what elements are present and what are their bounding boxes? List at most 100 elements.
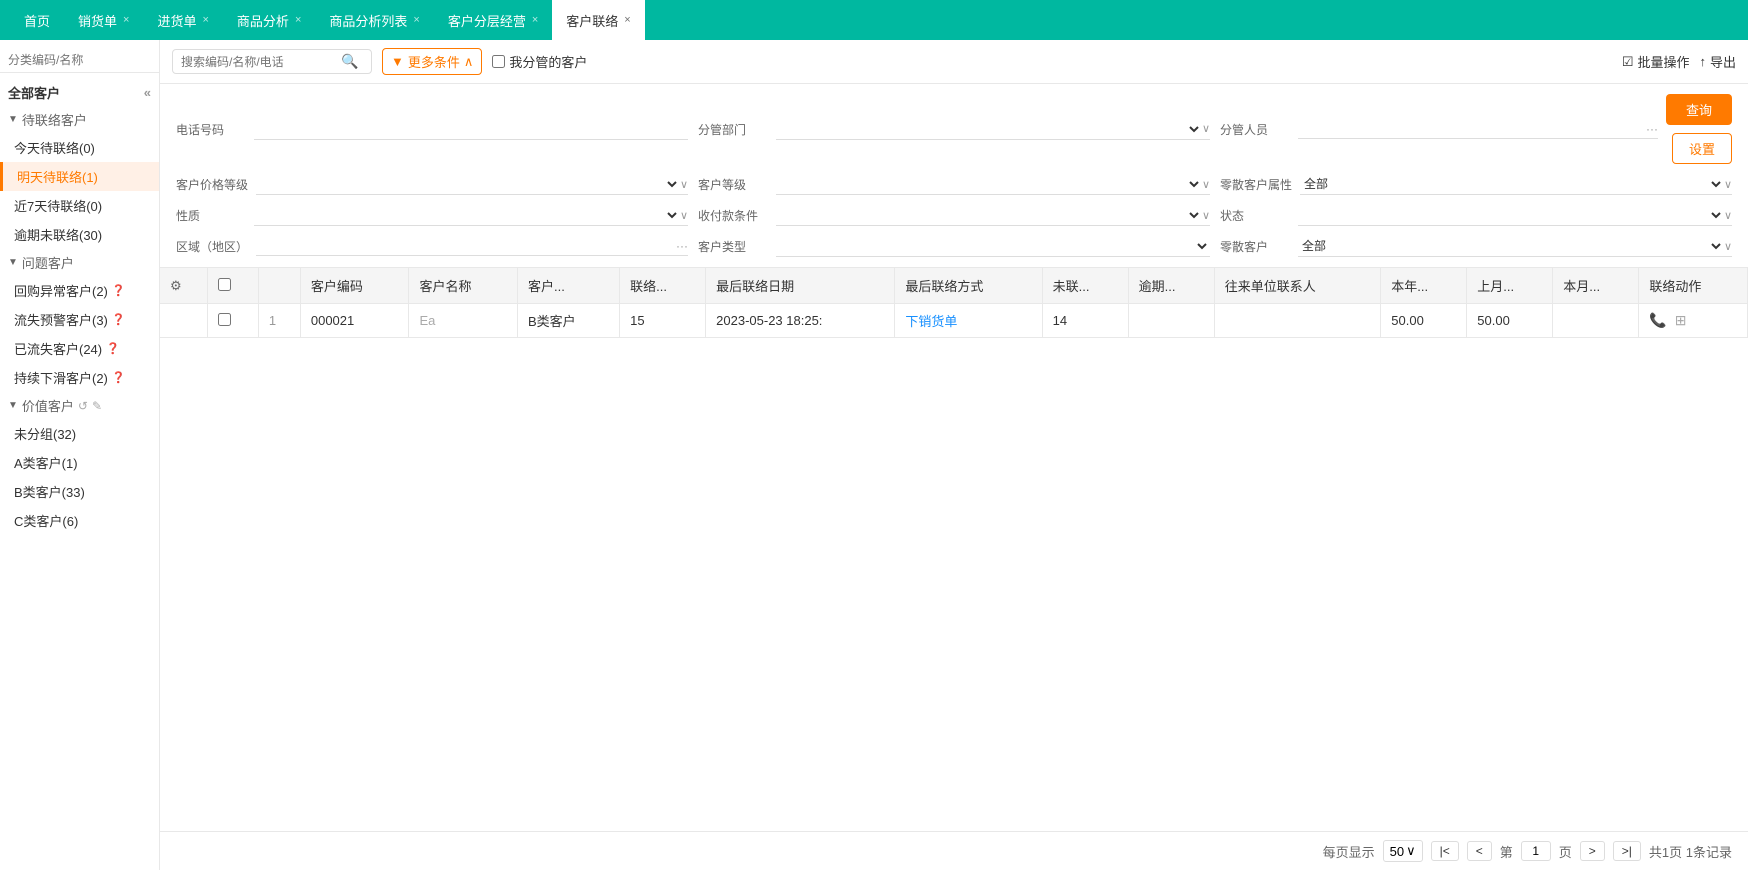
last-page-button[interactable]: >| bbox=[1613, 841, 1641, 861]
sidebar-collapse-icon[interactable]: « bbox=[144, 85, 151, 100]
filter-phone-label: 电话号码 bbox=[176, 121, 246, 138]
td-type: B类客户 bbox=[518, 304, 620, 338]
sidebar-item-overdue-contact[interactable]: 逾期未联络(30) bbox=[0, 220, 159, 249]
nav-product-analysis-list-close[interactable]: × bbox=[413, 14, 419, 26]
sidebar-item-today-contact[interactable]: 今天待联络(0) bbox=[0, 133, 159, 162]
nav-product-analysis[interactable]: 商品分析 × bbox=[223, 0, 315, 40]
th-gear: ⚙ bbox=[160, 268, 208, 304]
first-page-button[interactable]: |< bbox=[1431, 841, 1459, 861]
filter-customer-type-select[interactable] bbox=[776, 238, 1210, 254]
filter-status-wrapper: ∨ bbox=[1298, 205, 1732, 226]
filter-payment-wrapper: ∨ bbox=[776, 205, 1210, 226]
sidebar-item-ungrouped[interactable]: 未分组(32) bbox=[0, 419, 159, 448]
td-last-contact-method[interactable]: 下销货单 bbox=[895, 304, 1042, 338]
filter-price-level-label: 客户价格等级 bbox=[176, 176, 248, 193]
sidebar-item-7days-contact[interactable]: 近7天待联络(0) bbox=[0, 191, 159, 220]
filter-branch-dept-row: 分管部门 ∨ bbox=[698, 94, 1210, 164]
th-name: 客户名称 bbox=[409, 268, 518, 304]
sidebar-search-input[interactable] bbox=[8, 53, 160, 67]
filter-phone-input[interactable] bbox=[254, 119, 688, 140]
td-num: 1 bbox=[258, 304, 300, 338]
action-more-icon[interactable]: ⊞ bbox=[1675, 312, 1687, 329]
nav-purchase-order-close[interactable]: × bbox=[202, 14, 208, 26]
region-more-icon[interactable]: ··· bbox=[676, 239, 688, 253]
sidebar-all-customers[interactable]: 全部客户 « bbox=[0, 79, 159, 106]
my-customers-checkbox[interactable] bbox=[492, 55, 505, 68]
filter-status-select[interactable] bbox=[1298, 207, 1724, 223]
top-nav: 首页 销货单 × 进货单 × 商品分析 × 商品分析列表 × 客户分层经营 × … bbox=[0, 0, 1748, 40]
batch-ops-button[interactable]: ☑ 批量操作 bbox=[1622, 52, 1690, 71]
prev-page-button[interactable]: < bbox=[1467, 841, 1492, 861]
th-no-contact: 未联... bbox=[1042, 268, 1128, 304]
retail-customer-arrow-icon: ∨ bbox=[1724, 240, 1732, 253]
filter-payment-label: 收付款条件 bbox=[698, 207, 768, 224]
nav-customer-tier[interactable]: 客户分层经营 × bbox=[434, 0, 552, 40]
search-input[interactable] bbox=[181, 55, 341, 69]
search-button[interactable]: 🔍 bbox=[341, 53, 358, 70]
filter-gender-row: 性质 ∨ bbox=[176, 205, 688, 226]
sidebar-item-declining[interactable]: 持续下滑客户(2) ❓ bbox=[0, 363, 159, 392]
sidebar-item-b-class[interactable]: B类客户(33) bbox=[0, 477, 159, 506]
value-group-edit-icon[interactable]: ✎ bbox=[92, 399, 102, 413]
filter-branch-dept-select[interactable] bbox=[776, 121, 1202, 137]
sidebar-item-repurchase-abnormal[interactable]: 回购异常客户(2) ❓ bbox=[0, 276, 159, 305]
set-button[interactable]: 设置 bbox=[1672, 133, 1732, 164]
my-customers-checkbox-wrapper[interactable]: 我分管的客户 bbox=[492, 52, 587, 71]
branch-person-more-icon[interactable]: ··· bbox=[1646, 122, 1658, 136]
td-action: 📞 ⊞ bbox=[1639, 304, 1748, 338]
nav-sales-order[interactable]: 销货单 × bbox=[64, 0, 143, 40]
nav-product-analysis-list[interactable]: 商品分析列表 × bbox=[315, 0, 433, 40]
filter-icon: ▼ bbox=[391, 54, 404, 69]
nav-sales-order-close[interactable]: × bbox=[123, 14, 129, 26]
gear-icon[interactable]: ⚙ bbox=[170, 278, 182, 293]
filter-region-row: 区域（地区） ··· bbox=[176, 236, 688, 257]
filter-price-level-select[interactable] bbox=[256, 176, 680, 192]
per-page-select[interactable]: 50 ∨ bbox=[1383, 840, 1423, 862]
next-page-button[interactable]: > bbox=[1580, 841, 1605, 861]
row-checkbox[interactable] bbox=[218, 313, 231, 326]
export-button[interactable]: ↑ 导出 bbox=[1699, 52, 1736, 71]
filter-customer-level-label: 客户等级 bbox=[698, 176, 768, 193]
filter-gender-select[interactable] bbox=[254, 207, 680, 223]
filter-customer-level-select[interactable] bbox=[776, 176, 1202, 192]
filter-customer-type-row: 客户类型 bbox=[698, 236, 1210, 257]
nav-customer-tier-close[interactable]: × bbox=[532, 14, 538, 26]
nav-purchase-order[interactable]: 进货单 × bbox=[143, 0, 222, 40]
more-conditions-button[interactable]: ▼ 更多条件 ∧ bbox=[382, 48, 482, 75]
table-header-row: ⚙ 客户编码 客户名称 客户... 联络... bbox=[160, 268, 1748, 304]
th-code: 客户编码 bbox=[300, 268, 409, 304]
filter-retail-attr-select[interactable]: 全部 bbox=[1300, 176, 1724, 192]
td-gear bbox=[160, 304, 208, 338]
filter-branch-person-row: 分管人员 ··· 查询 设置 bbox=[1220, 94, 1732, 164]
filter-payment-select[interactable] bbox=[776, 207, 1202, 223]
query-button[interactable]: 查询 bbox=[1666, 94, 1732, 125]
select-all-checkbox[interactable] bbox=[218, 278, 231, 291]
value-group-refresh-icon[interactable]: ↺ bbox=[78, 399, 88, 413]
sidebar-item-churned[interactable]: 已流失客户(24) ❓ bbox=[0, 334, 159, 363]
per-page-arrow-icon: ∨ bbox=[1406, 843, 1416, 859]
sidebar-item-c-class[interactable]: C类客户(6) bbox=[0, 506, 159, 535]
filter-customer-level-row: 客户等级 ∨ bbox=[698, 174, 1210, 195]
filter-panel: 电话号码 分管部门 ∨ 分管人员 ··· 查询 设置 bbox=[160, 84, 1748, 268]
action-phone-icon[interactable]: 📞 bbox=[1649, 312, 1666, 329]
filter-retail-customer-select[interactable]: 全部 bbox=[1298, 238, 1724, 254]
sidebar-item-a-class[interactable]: A类客户(1) bbox=[0, 448, 159, 477]
sidebar-item-churn-warning[interactable]: 流失预警客户(3) ❓ bbox=[0, 305, 159, 334]
page-number-input[interactable] bbox=[1521, 841, 1551, 861]
sidebar: 🔍 全部客户 « ▼ 待联络客户 今天待联络(0) 明天待联络(1) 近7天待联… bbox=[0, 40, 160, 870]
main-layout: 🔍 全部客户 « ▼ 待联络客户 今天待联络(0) 明天待联络(1) 近7天待联… bbox=[0, 40, 1748, 870]
nav-product-analysis-close[interactable]: × bbox=[295, 14, 301, 26]
declining-help-icon: ❓ bbox=[112, 371, 126, 384]
per-page-label: 每页显示 bbox=[1323, 842, 1375, 861]
nav-customer-contact-close[interactable]: × bbox=[624, 14, 630, 26]
sidebar-pending-group-label: ▼ 待联络客户 bbox=[0, 106, 159, 133]
th-last-contact-method: 最后联络方式 bbox=[895, 268, 1042, 304]
filter-payment-row: 收付款条件 ∨ bbox=[698, 205, 1210, 226]
nav-customer-contact[interactable]: 客户联络 × bbox=[552, 0, 644, 40]
th-checkbox bbox=[208, 268, 259, 304]
nav-home[interactable]: 首页 bbox=[10, 0, 64, 40]
sidebar-item-tomorrow-contact[interactable]: 明天待联络(1) bbox=[0, 162, 159, 191]
th-contact: 联络... bbox=[620, 268, 706, 304]
th-this-month: 本月... bbox=[1553, 268, 1639, 304]
churned-help-icon: ❓ bbox=[106, 342, 120, 355]
